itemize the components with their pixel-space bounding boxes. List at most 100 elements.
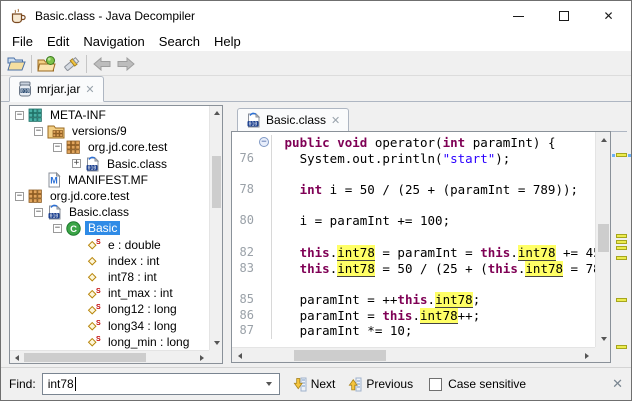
tree-vertical-scrollbar[interactable] xyxy=(209,106,222,350)
collapse-icon[interactable]: − xyxy=(34,126,43,136)
search-match-highlight: int78 xyxy=(517,244,556,261)
find-dropdown-button[interactable] xyxy=(261,376,277,392)
code-line[interactable]: − public void operator(int paramInt) { xyxy=(232,135,595,151)
tree-vscroll-thumb[interactable] xyxy=(212,156,221,208)
tree-item-long34-long[interactable]: Slong34 : long xyxy=(10,317,209,333)
tree-hscroll-thumb[interactable] xyxy=(24,353,146,362)
search-match-marker[interactable] xyxy=(616,234,627,238)
find-next-button[interactable]: Next xyxy=(292,377,335,392)
code-line-78[interactable]: 78 int i = 50 / (25 + (paramInt = 789)); xyxy=(232,182,595,198)
scroll-right-icon[interactable] xyxy=(580,348,595,362)
search-match-marker[interactable] xyxy=(616,256,627,260)
tree-item-basic[interactable]: − C Basic xyxy=(10,220,209,236)
tree-item-manifest-mf[interactable]: M MANIFEST.MF xyxy=(10,171,209,188)
tree-item-index-int[interactable]: index : int xyxy=(10,253,209,269)
tree-item-e-double[interactable]: Se : double xyxy=(10,237,209,253)
code-line-85[interactable]: 85 paramInt = ++this.int78; xyxy=(232,291,595,308)
menu-navigation[interactable]: Navigation xyxy=(76,32,151,51)
editor-vertical-scrollbar[interactable] xyxy=(595,132,610,347)
tree-item-basic-class[interactable]: − 010 Basic.class xyxy=(10,204,209,220)
scroll-left-icon[interactable] xyxy=(232,348,247,362)
maximize-button[interactable] xyxy=(541,1,586,31)
tree-item-int-max-int[interactable]: Sint_max : int xyxy=(10,285,209,301)
tree-item-org-jd-core-test[interactable]: − org.jd.core.test xyxy=(10,139,209,155)
search-button[interactable] xyxy=(59,53,83,75)
expand-icon[interactable]: + xyxy=(72,159,81,169)
class-file-icon: 010 xyxy=(47,204,62,220)
coffee-cup-icon xyxy=(11,8,26,23)
scroll-right-icon[interactable] xyxy=(196,351,209,364)
fold-column xyxy=(259,150,272,167)
scroll-down-icon[interactable] xyxy=(596,332,610,347)
search-match-marker[interactable] xyxy=(616,298,627,302)
forward-button[interactable] xyxy=(114,53,138,75)
menu-help[interactable]: Help xyxy=(207,32,248,51)
svg-text:S: S xyxy=(96,320,101,327)
tab-mrjar-jar[interactable]: 010 mrjar.jar ✕ xyxy=(9,76,104,102)
tree-item-meta-inf[interactable]: − META-INF xyxy=(10,107,209,123)
code-line-76[interactable]: 76 System.out.println("start"); xyxy=(232,150,595,167)
field-icon xyxy=(85,254,101,267)
tree-horizontal-scrollbar[interactable] xyxy=(10,350,209,363)
tree-item-long-min-long[interactable]: Slong_min : long xyxy=(10,334,209,350)
menu-edit[interactable]: Edit xyxy=(40,32,76,51)
case-sensitive-checkbox[interactable] xyxy=(429,377,443,391)
code-line[interactable] xyxy=(232,166,595,183)
scroll-left-icon[interactable] xyxy=(10,351,23,364)
editor-tab-close-icon[interactable]: ✕ xyxy=(331,114,340,127)
tree-item-basic-class[interactable]: +010 Basic.class xyxy=(10,156,209,172)
current-search-match-marker[interactable] xyxy=(612,153,631,157)
tree-item-org-jd-core-test[interactable]: − org.jd.core.test xyxy=(10,188,209,204)
tree-item-long12-long[interactable]: Slong12 : long xyxy=(10,301,209,317)
code-line[interactable] xyxy=(232,229,595,245)
line-number xyxy=(232,276,259,292)
tree-item-label: long34 : long xyxy=(108,318,177,333)
editor-horizontal-scrollbar[interactable] xyxy=(232,347,595,362)
code-editor-panel: − public void operator(int paramInt) {76… xyxy=(231,131,611,363)
collapse-icon[interactable]: − xyxy=(34,207,43,217)
code-line[interactable] xyxy=(232,276,595,292)
menu-bar: File Edit Navigation Search Help xyxy=(1,31,631,52)
code-line[interactable] xyxy=(232,197,595,214)
scroll-up-icon[interactable] xyxy=(210,106,223,119)
open-type-button[interactable] xyxy=(35,53,59,75)
search-match-highlight: int78 xyxy=(435,291,473,308)
code-line-80[interactable]: 80 i = paramInt += 100; xyxy=(232,213,595,230)
fold-collapse-icon[interactable]: − xyxy=(259,137,269,147)
tree-item-int78-int[interactable]: int78 : int xyxy=(10,269,209,285)
editor-hscroll-thumb[interactable] xyxy=(294,350,386,361)
scroll-up-icon[interactable] xyxy=(596,132,610,147)
close-button[interactable]: ✕ xyxy=(586,1,631,31)
back-button[interactable] xyxy=(90,53,114,75)
find-input[interactable]: int78 xyxy=(41,373,280,395)
scroll-down-icon[interactable] xyxy=(210,337,223,350)
code-text: paramInt *= 10; xyxy=(277,323,413,339)
code-line-82[interactable]: 82 this.int78 = paramInt = this.int78 +=… xyxy=(232,244,595,261)
collapse-icon[interactable]: − xyxy=(15,191,24,201)
tab-basic-class[interactable]: 010 Basic.class ✕ xyxy=(237,108,350,132)
search-match-marker[interactable] xyxy=(616,246,627,250)
svg-text:M: M xyxy=(50,175,58,185)
collapse-icon[interactable]: − xyxy=(53,142,62,152)
minimize-button[interactable] xyxy=(496,1,541,31)
open-file-button[interactable] xyxy=(4,53,28,75)
tree-item-label: Basic.class xyxy=(107,156,168,171)
menu-search[interactable]: Search xyxy=(152,32,207,51)
find-previous-button[interactable]: Previous xyxy=(347,377,413,392)
code-line-86[interactable]: 86 paramInt = this.int78++; xyxy=(232,307,595,324)
jar-tab-close-icon[interactable]: ✕ xyxy=(85,83,94,96)
code-editor[interactable]: − public void operator(int paramInt) {76… xyxy=(232,135,595,347)
code-line-87[interactable]: 87 paramInt *= 10; xyxy=(232,323,595,339)
editor-vscroll-thumb[interactable] xyxy=(598,224,609,252)
tree-item-versions-9[interactable]: − versions/9 xyxy=(10,123,209,139)
menu-file[interactable]: File xyxy=(5,32,40,51)
collapse-icon[interactable]: − xyxy=(53,223,62,233)
find-value: int78 xyxy=(47,377,74,391)
search-match-marker[interactable] xyxy=(616,240,627,244)
find-close-icon[interactable]: ✕ xyxy=(612,376,623,392)
search-match-marker[interactable] xyxy=(616,345,627,349)
collapse-icon[interactable]: − xyxy=(15,110,24,120)
code-line-83[interactable]: 83 this.int78 = 50 / (25 + (this.int78 =… xyxy=(232,260,595,277)
